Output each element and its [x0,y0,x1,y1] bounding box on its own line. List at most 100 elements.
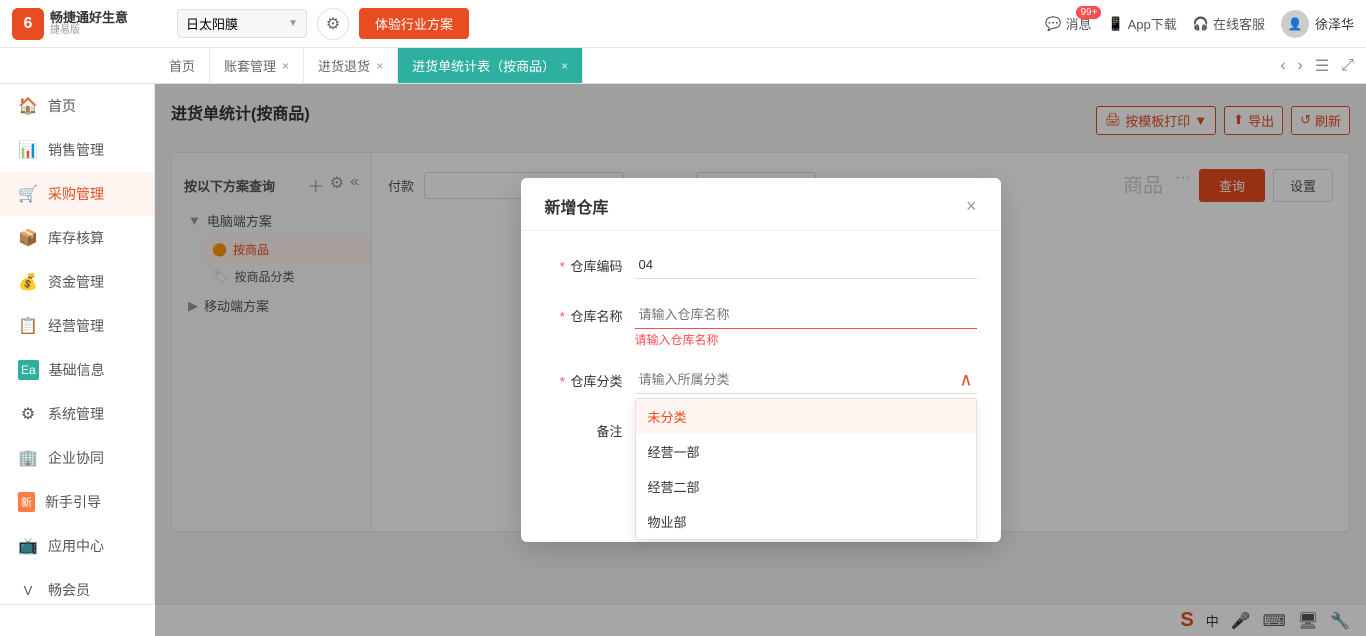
form-label-category: * 仓库分类 [545,366,635,398]
tab-home[interactable]: 首页 [155,48,210,83]
basic-icon: Ea [18,360,39,380]
gear-icon: ⚙ [326,14,340,34]
tab-account-close[interactable]: × [282,59,289,73]
dialog-title: 新增仓库 [545,194,609,218]
logo-area: 6 畅捷通好生意 捷易版 [12,8,167,40]
logo-icon: 6 [12,8,44,40]
content-area: 进货单统计(按商品) 🖨 按模板打印 ▼ ⬆ 导出 ↺ 刷新 [155,84,1366,636]
tab-account-label: 账套管理 [224,56,276,75]
name-input[interactable] [635,301,977,329]
online-service-label: 在线客服 [1213,14,1265,33]
name-error-msg: 请输入仓库名称 [635,331,977,348]
dropdown-item-unclassified[interactable]: 未分类 [636,399,976,434]
sidebar-label-guide: 新手引导 [45,492,101,512]
top-bar: 6 畅捷通好生意 捷易版 日太阳膜 ▼ ⚙ 体验行业方案 💬 消息 99+ 📱 … [0,0,1366,48]
form-row-name: * 仓库名称 请输入仓库名称 [545,301,977,348]
tab-expand-icon[interactable]: ⤢ [1337,55,1358,77]
sidebar-item-home[interactable]: 🏠 首页 [0,84,154,128]
tab-purchase-stat-close[interactable]: × [561,59,568,73]
sidebar-item-system[interactable]: ⚙ 系统管理 [0,392,154,436]
tab-nav-left-icon[interactable]: ‹ [1276,55,1289,77]
sidebar-label-purchase: 采购管理 [48,184,104,204]
enterprise-icon: 🏢 [18,448,38,468]
guide-icon: 新 [18,492,35,512]
sidebar-item-enterprise[interactable]: 🏢 企业协同 [0,436,154,480]
form-control-category: ∧ [635,366,977,394]
tab-purchase-return-close[interactable]: × [376,59,383,73]
sidebar-label-operation: 经营管理 [48,316,104,336]
dropdown-item-dept1[interactable]: 经营一部 [636,434,976,469]
sidebar-item-finance[interactable]: 💰 资金管理 [0,260,154,304]
finance-icon: 💰 [18,272,38,292]
sidebar-item-operation[interactable]: 📋 经营管理 [0,304,154,348]
dialog-new-warehouse: 新增仓库 × * 仓库编码 [521,178,1001,542]
sidebar-label-appcenter: 应用中心 [48,536,104,556]
tab-menu-icon[interactable]: ☰ [1311,54,1333,78]
sidebar-item-sales[interactable]: 📊 销售管理 [0,128,154,172]
sidebar-label-finance: 资金管理 [48,272,104,292]
code-input[interactable] [635,251,977,279]
form-label-notes: 备注 [545,416,635,448]
store-name: 日太阳膜 [186,14,238,33]
sidebar-label-member: 畅会员 [48,580,90,600]
dialog-close-button[interactable]: × [966,197,977,215]
tab-home-label: 首页 [169,56,195,75]
form-row-category: * 仓库分类 ∧ 未分类 经营一部 经营二部 物业部 [545,366,977,398]
category-input[interactable] [635,366,977,394]
form-label-name: * 仓库名称 [545,301,635,333]
tab-nav-right-icon[interactable]: › [1294,55,1307,77]
trial-button[interactable]: 体验行业方案 [359,8,469,39]
required-star-category: * [560,374,565,389]
sidebar: 🏠 首页 📊 销售管理 🛒 采购管理 📦 库存核算 💰 资金管理 📋 经营管理 … [0,84,155,636]
sidebar-item-appcenter[interactable]: 📺 应用中心 [0,524,154,568]
required-star-name: * [560,309,565,324]
sidebar-label-home: 首页 [48,96,76,116]
logo-text: 畅捷通好生意 捷易版 [50,10,128,38]
app-download-label: App下载 [1128,14,1177,33]
sidebar-item-basic[interactable]: Ea 基础信息 [0,348,154,392]
tab-purchase-stat-label: 进货单统计表（按商品） [412,56,555,75]
category-dropdown: 未分类 经营一部 经营二部 物业部 [635,398,977,540]
gear-button[interactable]: ⚙ [317,8,349,40]
modal-overlay: 新增仓库 × * 仓库编码 [155,84,1366,636]
system-icon: ⚙ [18,404,38,424]
member-icon: V [18,580,38,600]
online-service-button[interactable]: 🎧 在线客服 [1193,14,1265,33]
required-star-code: * [560,259,565,274]
app-download-button[interactable]: 📱 App下载 [1107,14,1176,33]
sales-icon: 📊 [18,140,38,160]
form-control-name: 请输入仓库名称 [635,301,977,348]
store-selector[interactable]: 日太阳膜 ▼ [177,9,307,38]
sidebar-label-enterprise: 企业协同 [48,448,104,468]
chevron-down-icon: ▼ [288,18,298,29]
app-icon: 📱 [1107,16,1123,32]
message-button[interactable]: 💬 消息 99+ [1045,14,1091,33]
dialog-body: * 仓库编码 * 仓库名称 [521,231,1001,474]
tab-controls: ‹ › ☰ ⤢ [1276,54,1366,78]
logo-sub: 捷易版 [50,25,128,37]
sidebar-item-purchase[interactable]: 🛒 采购管理 [0,172,154,216]
form-control-code [635,251,977,279]
user-area[interactable]: 👤 徐泽华 [1281,10,1354,38]
sidebar-item-inventory[interactable]: 📦 库存核算 [0,216,154,260]
purchase-icon: 🛒 [18,184,38,204]
tab-purchase-return[interactable]: 进货退货 × [304,48,398,83]
top-right: 💬 消息 99+ 📱 App下载 🎧 在线客服 👤 徐泽华 [1045,10,1354,38]
sidebar-label-inventory: 库存核算 [48,228,104,248]
message-icon: 💬 [1045,16,1061,32]
home-icon: 🏠 [18,96,38,116]
tab-bar: 首页 账套管理 × 进货退货 × 进货单统计表（按商品） × ‹ › ☰ ⤢ [0,48,1366,84]
dropdown-item-dept3[interactable]: 物业部 [636,504,976,539]
select-arrow-icon[interactable]: ∧ [959,370,972,391]
tab-purchase-return-label: 进货退货 [318,56,370,75]
main-layout: 🏠 首页 📊 销售管理 🛒 采购管理 📦 库存核算 💰 资金管理 📋 经营管理 … [0,84,1366,636]
sidebar-item-guide[interactable]: 新 新手引导 [0,480,154,524]
operation-icon: 📋 [18,316,38,336]
username: 徐泽华 [1315,14,1354,33]
sidebar-label-basic: 基础信息 [49,360,105,380]
sidebar-label-system: 系统管理 [48,404,104,424]
dropdown-item-dept2[interactable]: 经营二部 [636,469,976,504]
avatar: 👤 [1281,10,1309,38]
tab-purchase-stat[interactable]: 进货单统计表（按商品） × [398,48,583,83]
tab-account[interactable]: 账套管理 × [210,48,304,83]
